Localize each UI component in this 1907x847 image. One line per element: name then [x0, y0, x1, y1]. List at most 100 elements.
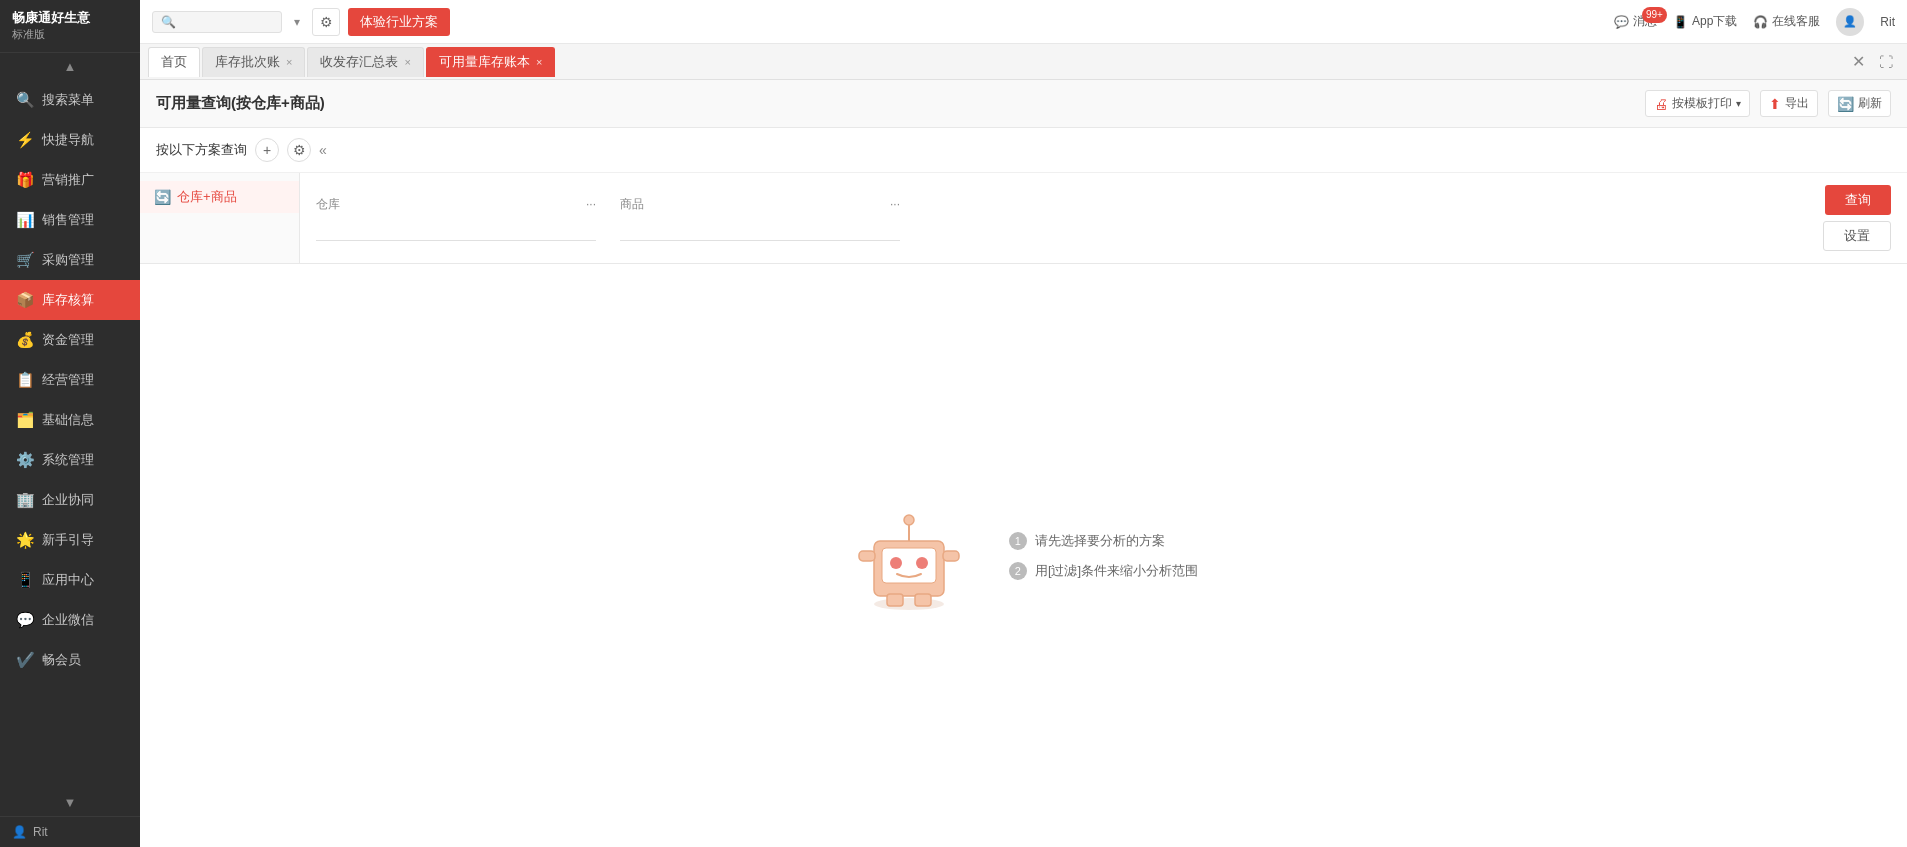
user-icon: 👤 [12, 825, 27, 839]
available-tab-close[interactable]: × [536, 57, 542, 68]
tabbar-close-all-button[interactable]: ✕ [1846, 50, 1871, 73]
sidebar-item-basic[interactable]: 🗂️ 基础信息 [0, 400, 140, 440]
sidebar-item-label: 营销推广 [42, 171, 94, 189]
query-collapse-button[interactable]: « [319, 142, 327, 158]
tab-batch[interactable]: 库存批次账 × [202, 47, 305, 77]
sidebar-menu: 🔍 搜索菜单 ⚡ 快捷导航 🎁 营销推广 📊 销售管理 🛒 采购管理 📦 库存核… [0, 80, 140, 789]
headset-icon: 🎧 [1753, 15, 1768, 29]
empty-tip-1: 1 请先选择要分析的方案 [1009, 532, 1198, 550]
topbar-username[interactable]: Rit [1880, 15, 1895, 29]
sidebar: 畅康通好生意 标准版 ▲ 🔍 搜索菜单 ⚡ 快捷导航 🎁 营销推广 📊 销售管理… [0, 0, 140, 847]
warehouse-input[interactable] [316, 217, 596, 241]
sidebar-item-label: 畅会员 [42, 651, 81, 669]
main-area: 🔍 ▾ ⚙ 体验行业方案 💬 消息 99+ 📱 App下载 🎧 在线客服 [140, 0, 1907, 847]
sidebar-item-finance[interactable]: 💰 资金管理 [0, 320, 140, 360]
scheme-item-label: 仓库+商品 [177, 188, 237, 206]
svg-rect-9 [887, 594, 903, 606]
warehouse-label-text: 仓库 [316, 196, 340, 213]
cart-icon: 🛒 [16, 251, 34, 269]
sidebar-item-shortcut[interactable]: ⚡ 快捷导航 [0, 120, 140, 160]
page-header: 可用量查询(按仓库+商品) 🖨 按模板打印 ▾ ⬆ 导出 🔄 刷新 [140, 80, 1907, 128]
empty-illustration [849, 496, 969, 616]
warehouse-field-label: 仓库 ··· [316, 196, 596, 213]
goods-more-button[interactable]: ··· [890, 197, 900, 211]
topbar-search-box[interactable]: 🔍 [152, 11, 282, 33]
industry-solution-button[interactable]: 体验行业方案 [348, 8, 450, 36]
sidebar-item-label: 采购管理 [42, 251, 94, 269]
sidebar-scroll-up[interactable]: ▲ [0, 53, 140, 80]
batch-tab-label: 库存批次账 [215, 53, 280, 71]
sidebar-item-system[interactable]: ⚙️ 系统管理 [0, 440, 140, 480]
gift-icon: 🎁 [16, 171, 34, 189]
sidebar-item-label: 应用中心 [42, 571, 94, 589]
export-button[interactable]: ⬆ 导出 [1760, 90, 1818, 117]
sidebar-item-marketing[interactable]: 🎁 营销推广 [0, 160, 140, 200]
sidebar-item-inventory[interactable]: 📦 库存核算 [0, 280, 140, 320]
user-avatar[interactable]: 👤 [1836, 8, 1864, 36]
tab-home[interactable]: 首页 [148, 47, 200, 77]
collect-tab-label: 收发存汇总表 [320, 53, 398, 71]
sidebar-item-label: 快捷导航 [42, 131, 94, 149]
sidebar-item-vip[interactable]: ✔️ 畅会员 [0, 640, 140, 680]
sidebar-bottom[interactable]: 👤 Rit [0, 816, 140, 847]
query-button[interactable]: 查询 [1825, 185, 1891, 215]
refresh-button[interactable]: 🔄 刷新 [1828, 90, 1891, 117]
empty-tips: 1 请先选择要分析的方案 2 用[过滤]条件来缩小分析范围 [1009, 532, 1198, 580]
tabbar: 首页 库存批次账 × 收发存汇总表 × 可用量库存账本 × ✕ ⛶ [140, 44, 1907, 80]
clipboard-icon: 📋 [16, 371, 34, 389]
sidebar-item-label: 基础信息 [42, 411, 94, 429]
search-input[interactable] [180, 15, 273, 29]
query-add-button[interactable]: + [255, 138, 279, 162]
sidebar-item-enterprise[interactable]: 🏢 企业协同 [0, 480, 140, 520]
query-settings-button[interactable]: ⚙ [287, 138, 311, 162]
filter-fields: 仓库 ··· 商品 ··· [300, 173, 1807, 263]
print-template-button[interactable]: 🖨 按模板打印 ▾ [1645, 90, 1750, 117]
app-download-button[interactable]: 📱 App下载 [1673, 13, 1737, 30]
sidebar-header: 畅康通好生意 标准版 [0, 0, 140, 53]
vip-icon: ✔️ [16, 651, 34, 669]
tab-collect[interactable]: 收发存汇总表 × [307, 47, 423, 77]
sidebar-item-appstore[interactable]: 📱 应用中心 [0, 560, 140, 600]
sidebar-item-operation[interactable]: 📋 经营管理 [0, 360, 140, 400]
tabbar-expand-button[interactable]: ⛶ [1873, 52, 1899, 72]
avatar-icon: 👤 [1843, 15, 1857, 28]
sidebar-item-label: 企业微信 [42, 611, 94, 629]
export-label: 导出 [1785, 95, 1809, 112]
online-service-button[interactable]: 🎧 在线客服 [1753, 13, 1820, 30]
page-header-actions: 🖨 按模板打印 ▾ ⬆ 导出 🔄 刷新 [1645, 90, 1891, 117]
svg-point-4 [916, 557, 928, 569]
refresh-icon: 🔄 [1837, 96, 1854, 112]
phone-icon: 📱 [16, 571, 34, 589]
topbar-gear-button[interactable]: ⚙ [312, 8, 340, 36]
search-dropdown-button[interactable]: ▾ [290, 13, 304, 31]
messages-button[interactable]: 💬 消息 99+ [1614, 13, 1657, 30]
export-icon: ⬆ [1769, 96, 1781, 112]
collect-tab-close[interactable]: × [404, 57, 410, 68]
scheme-item-warehouse-goods[interactable]: 🔄 仓库+商品 [140, 181, 299, 213]
sidebar-item-newbie[interactable]: 🌟 新手引导 [0, 520, 140, 560]
star-icon: 🌟 [16, 531, 34, 549]
building-icon: 🏢 [16, 491, 34, 509]
mobile-icon: 📱 [1673, 15, 1688, 29]
search-input-icon: 🔍 [161, 15, 176, 29]
tip-text-1: 请先选择要分析的方案 [1035, 532, 1165, 550]
filter-field-warehouse: 仓库 ··· [316, 196, 596, 241]
refresh-label: 刷新 [1858, 95, 1882, 112]
column-settings-button[interactable]: 设置 [1823, 221, 1891, 251]
goods-input[interactable] [620, 217, 900, 241]
sidebar-item-wechat[interactable]: 💬 企业微信 [0, 600, 140, 640]
gear-icon: ⚙ [320, 14, 333, 30]
tab-available[interactable]: 可用量库存账本 × [426, 47, 555, 77]
sidebar-item-purchase[interactable]: 🛒 采购管理 [0, 240, 140, 280]
sidebar-scroll-down[interactable]: ▼ [0, 789, 140, 816]
app-download-label: App下载 [1692, 13, 1737, 30]
sidebar-item-sales[interactable]: 📊 销售管理 [0, 200, 140, 240]
money-icon: 💰 [16, 331, 34, 349]
sidebar-logo-sub: 标准版 [12, 27, 128, 42]
batch-tab-close[interactable]: × [286, 57, 292, 68]
sidebar-item-search[interactable]: 🔍 搜索菜单 [0, 80, 140, 120]
svg-point-3 [890, 557, 902, 569]
search-icon: 🔍 [16, 91, 34, 109]
warehouse-more-button[interactable]: ··· [586, 197, 596, 211]
svg-rect-7 [859, 551, 875, 561]
